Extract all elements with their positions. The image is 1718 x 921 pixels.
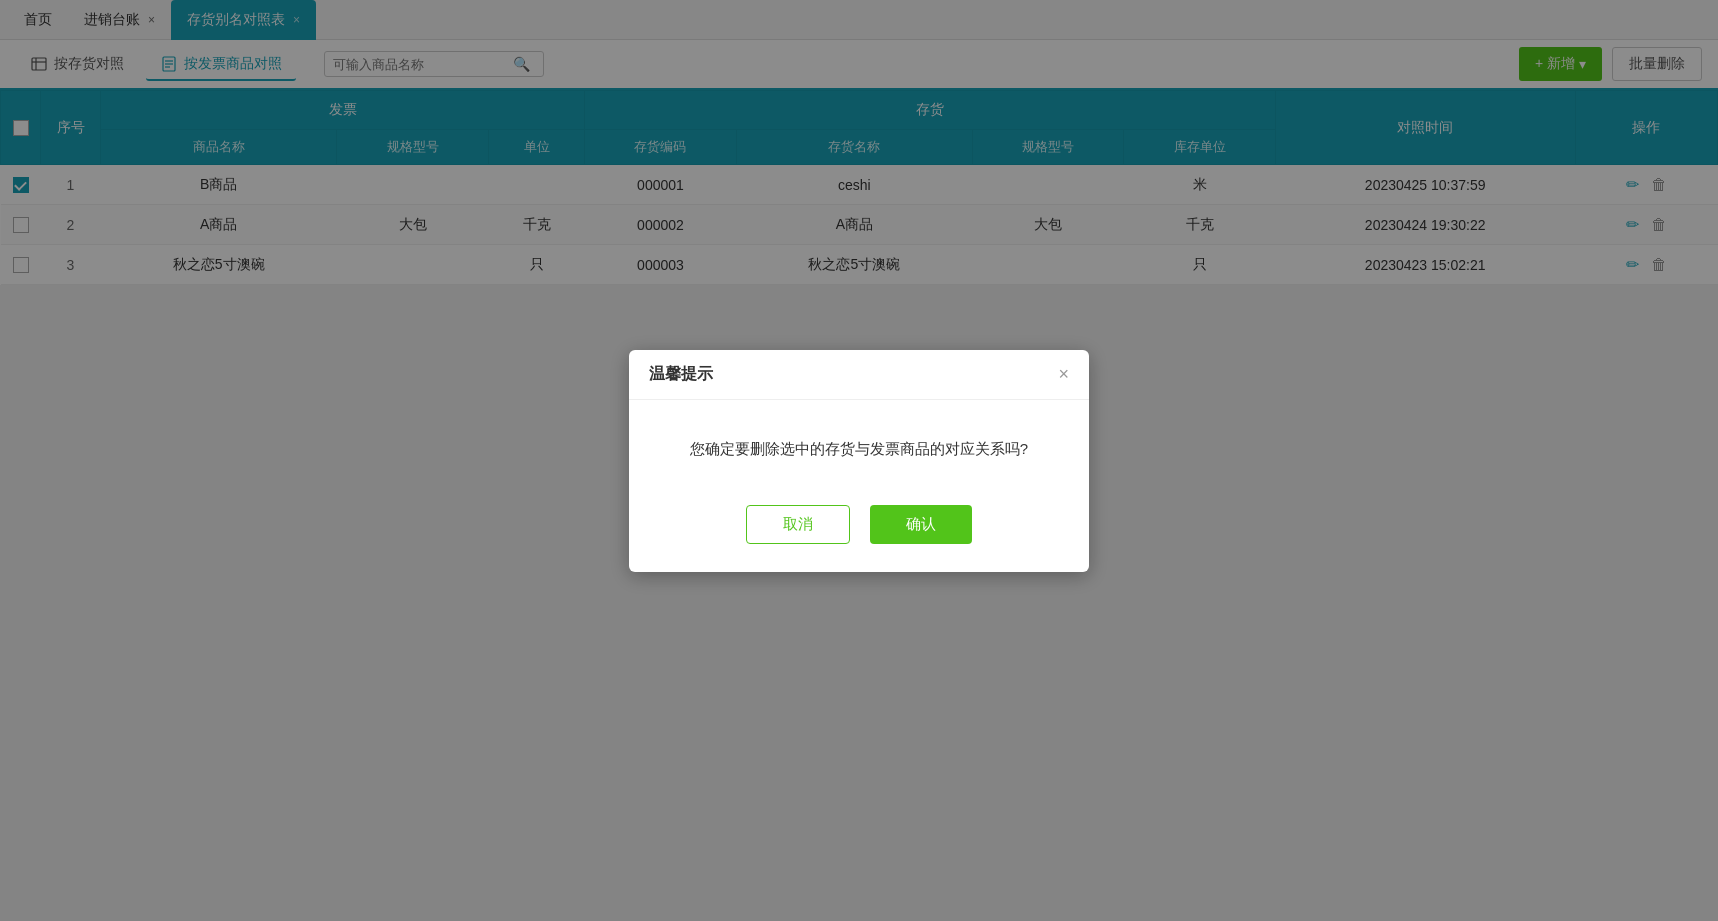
dialog-overlay: 温馨提示 × 您确定要删除选中的存货与发票商品的对应关系吗? 取消 确认 bbox=[0, 0, 1718, 285]
